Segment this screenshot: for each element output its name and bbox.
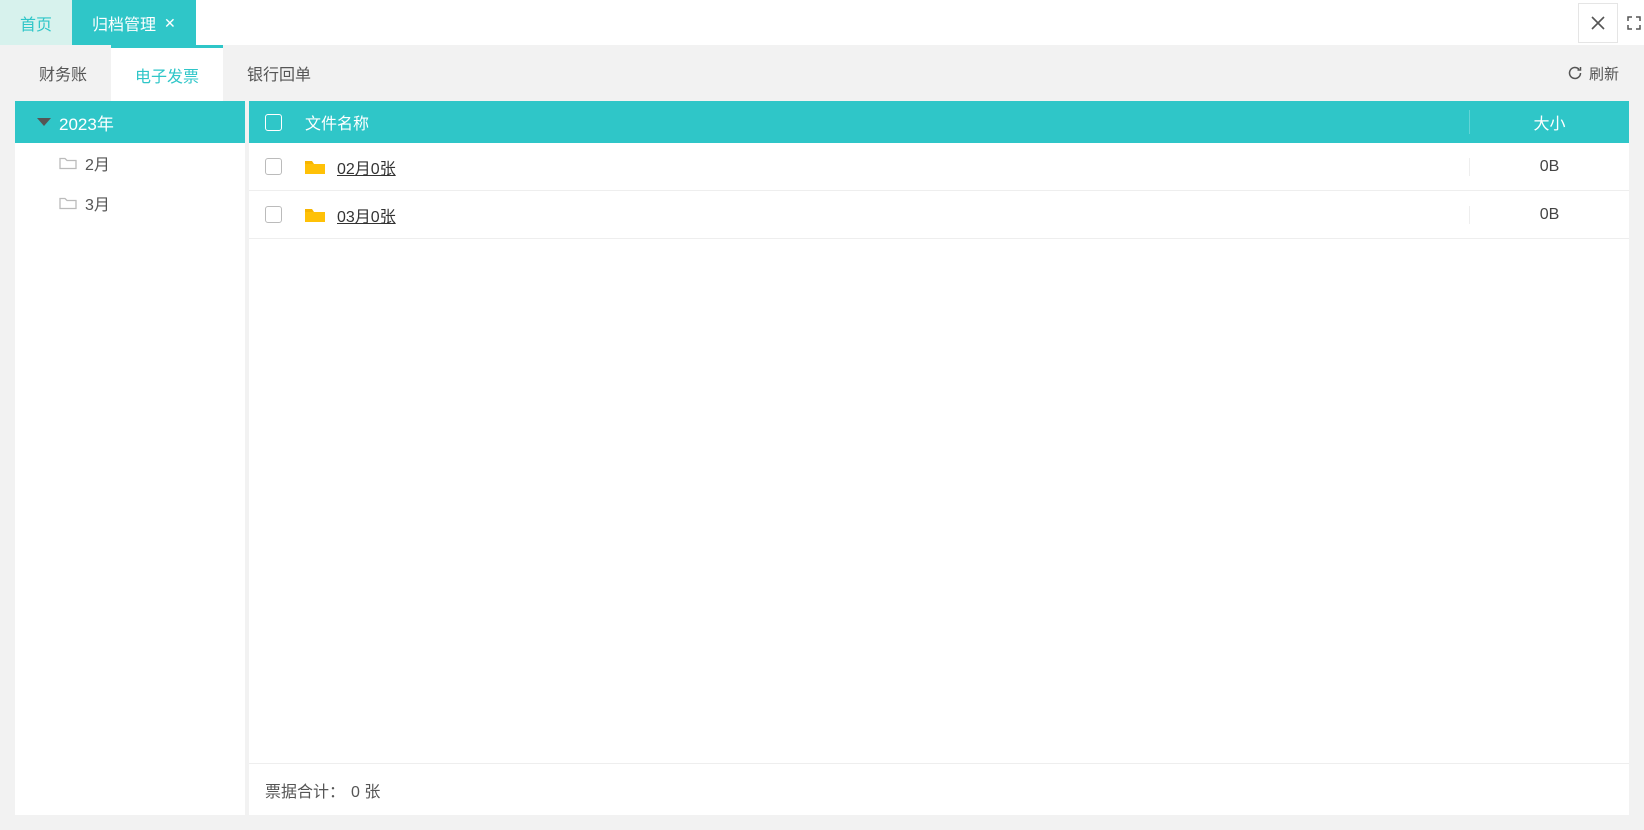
main-area: 2023年 2月 3月 文件名称 大小	[0, 101, 1644, 830]
close-icon[interactable]: ✕	[164, 16, 176, 30]
folder-icon	[305, 159, 325, 175]
tab-einvoice-label: 电子发票	[135, 63, 199, 87]
row-name-cell: 02月0张	[297, 155, 1469, 179]
close-icon	[1590, 15, 1606, 31]
tree-year-label: 2023年	[59, 110, 114, 135]
footer-value: 0 张	[351, 778, 380, 802]
tab-bank-receipt-label: 银行回单	[247, 61, 311, 85]
tab-finance[interactable]: 财务账	[15, 45, 111, 101]
row-checkbox[interactable]	[265, 158, 282, 175]
table-row[interactable]: 02月0张 0B	[249, 143, 1629, 191]
table-row[interactable]: 03月0张 0B	[249, 191, 1629, 239]
row-size-cell: 0B	[1469, 158, 1629, 176]
file-table: 文件名称 大小 02月0张 0B	[249, 101, 1629, 815]
header-checkbox-cell	[249, 114, 297, 131]
row-name-link[interactable]: 02月0张	[337, 155, 396, 179]
tree-year-node[interactable]: 2023年	[15, 101, 245, 143]
row-checkbox-cell	[249, 158, 297, 175]
row-name-cell: 03月0张	[297, 203, 1469, 227]
tree-month-label: 3月	[85, 191, 110, 215]
tab-home[interactable]: 首页	[0, 0, 72, 45]
table-footer: 票据合计： 0 张	[249, 763, 1629, 815]
refresh-icon	[1567, 65, 1583, 81]
top-tab-bar: 首页 归档管理 ✕	[0, 0, 1644, 45]
folder-outline-icon	[59, 196, 77, 211]
fullscreen-icon	[1627, 16, 1641, 30]
tab-finance-label: 财务账	[39, 61, 87, 85]
header-filename: 文件名称	[297, 110, 1469, 134]
top-right-controls	[1578, 3, 1644, 43]
tab-home-label: 首页	[20, 11, 52, 35]
row-checkbox[interactable]	[265, 206, 282, 223]
tab-bank-receipt[interactable]: 银行回单	[223, 45, 335, 101]
folder-outline-icon	[59, 156, 77, 171]
sidebar: 2023年 2月 3月	[15, 101, 245, 815]
row-name-link[interactable]: 03月0张	[337, 203, 396, 227]
table-header-row: 文件名称 大小	[249, 101, 1629, 143]
row-size-cell: 0B	[1469, 206, 1629, 224]
footer-label: 票据合计：	[265, 778, 345, 802]
tab-einvoice[interactable]: 电子发票	[111, 45, 223, 101]
content-area: 财务账 电子发票 银行回单 刷新 2023年 2月	[0, 45, 1644, 830]
select-all-checkbox[interactable]	[265, 114, 282, 131]
refresh-label: 刷新	[1589, 63, 1619, 84]
tab-archive-label: 归档管理	[92, 11, 156, 35]
header-size: 大小	[1469, 110, 1629, 134]
tree-month-node[interactable]: 3月	[15, 183, 245, 223]
row-checkbox-cell	[249, 206, 297, 223]
table-body: 02月0张 0B 03月0张 0B	[249, 143, 1629, 763]
close-all-button[interactable]	[1578, 3, 1618, 43]
tree-month-node[interactable]: 2月	[15, 143, 245, 183]
secondary-tabs: 财务账 电子发票 银行回单	[15, 45, 335, 101]
fullscreen-button[interactable]	[1624, 3, 1644, 43]
tab-archive-mgmt[interactable]: 归档管理 ✕	[72, 0, 196, 45]
secondary-tab-row: 财务账 电子发票 银行回单 刷新	[0, 45, 1644, 101]
refresh-button[interactable]: 刷新	[1567, 45, 1629, 101]
tree-month-label: 2月	[85, 151, 110, 175]
folder-icon	[305, 207, 325, 223]
